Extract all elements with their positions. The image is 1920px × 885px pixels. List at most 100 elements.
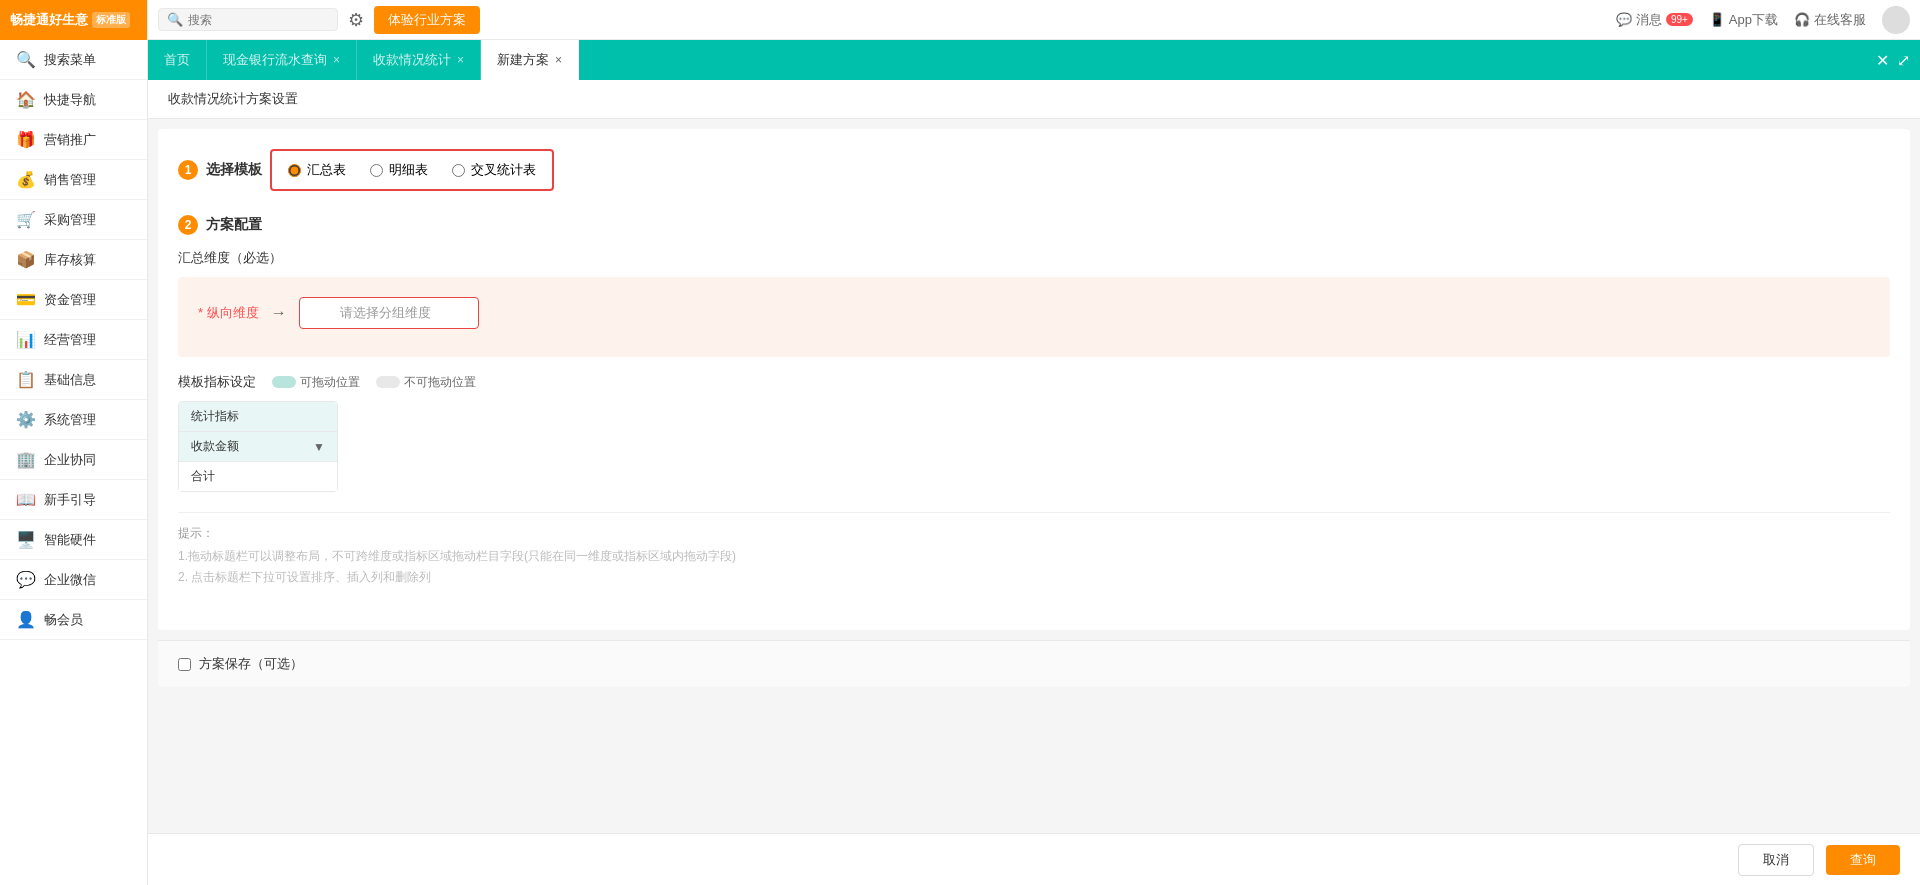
- template-detail[interactable]: 明细表: [370, 161, 428, 179]
- sidebar-item-label: 销售管理: [44, 171, 96, 189]
- step1-badge: 1: [178, 160, 198, 180]
- sidebar-item-smart-hw[interactable]: 🖥️ 智能硬件: [0, 520, 147, 560]
- tab-home[interactable]: 首页: [148, 40, 207, 80]
- sidebar-logo: 畅捷通好生意 标准版: [0, 0, 147, 40]
- user-icon: 👤: [16, 610, 36, 629]
- query-button[interactable]: 查询: [1826, 845, 1900, 875]
- save-section: 方案保存（可选）: [158, 640, 1910, 687]
- step1-header: 1 选择模板 汇总表 明细表 交叉统计表: [178, 149, 1890, 191]
- building-icon: 🏢: [16, 450, 36, 469]
- topbar-search[interactable]: 🔍: [158, 8, 338, 31]
- dimension-selector[interactable]: 请选择分组维度: [299, 297, 479, 329]
- drag-legend-non-draggable: 不可拖动位置: [376, 374, 476, 391]
- tab-new-plan-close[interactable]: ×: [555, 53, 562, 67]
- tab-new-plan-label: 新建方案: [497, 51, 549, 69]
- sidebar-item-sales[interactable]: 💰 销售管理: [0, 160, 147, 200]
- sidebar-item-business[interactable]: 📊 经营管理: [0, 320, 147, 360]
- template-cross[interactable]: 交叉统计表: [452, 161, 536, 179]
- sidebar-item-finance[interactable]: 💳 资金管理: [0, 280, 147, 320]
- sidebar-item-search-menu[interactable]: 🔍 搜索菜单: [0, 40, 147, 80]
- sidebar-item-label: 企业微信: [44, 571, 96, 589]
- tab-collection-stat[interactable]: 收款情况统计 ×: [357, 40, 481, 80]
- sidebar-item-label: 智能硬件: [44, 531, 96, 549]
- support-label: 在线客服: [1814, 11, 1866, 29]
- sidebar-item-basic-info[interactable]: 📋 基础信息: [0, 360, 147, 400]
- tab-bank-flow[interactable]: 现金银行流水查询 ×: [207, 40, 357, 80]
- metrics-table-header: 统计指标: [179, 402, 337, 432]
- cell-dropdown-icon[interactable]: ▼: [313, 440, 325, 454]
- template-options: 汇总表 明细表 交叉统计表: [270, 149, 554, 191]
- sidebar-item-wechat[interactable]: 💬 企业微信: [0, 560, 147, 600]
- sidebar-item-system[interactable]: ⚙️ 系统管理: [0, 400, 147, 440]
- footer-bar: 取消 查询: [148, 833, 1920, 885]
- save-checkbox[interactable]: [178, 658, 191, 671]
- topbar: 🔍 ⚙ 体验行业方案 💬 消息 99+ 📱 App下载 🎧 在线客服: [148, 0, 1920, 40]
- template-detail-label: 明细表: [389, 161, 428, 179]
- template-summary-radio[interactable]: [288, 164, 301, 177]
- version-badge: 标准版: [92, 12, 130, 28]
- user-avatar[interactable]: [1882, 6, 1910, 34]
- sidebar-item-label: 基础信息: [44, 371, 96, 389]
- template-summary-label: 汇总表: [307, 161, 346, 179]
- close-all-icon[interactable]: ✕: [1876, 51, 1889, 70]
- sidebar-item-label: 搜索菜单: [44, 51, 96, 69]
- metrics-cell-collection[interactable]: 收款金额 ▼: [179, 432, 337, 462]
- step2-badge: 2: [178, 215, 198, 235]
- sidebar-item-label: 资金管理: [44, 291, 96, 309]
- sidebar-item-label: 库存核算: [44, 251, 96, 269]
- search-icon: 🔍: [16, 50, 36, 69]
- dimension-area: 纵向维度 → 请选择分组维度: [178, 277, 1890, 357]
- money-icon: 💰: [16, 170, 36, 189]
- sidebar-item-label: 经营管理: [44, 331, 96, 349]
- tab-bank-flow-close[interactable]: ×: [333, 53, 340, 67]
- template-summary[interactable]: 汇总表: [288, 161, 346, 179]
- book-icon: 📖: [16, 490, 36, 509]
- cancel-button[interactable]: 取消: [1738, 844, 1814, 876]
- clipboard-icon: 📋: [16, 370, 36, 389]
- content-area: 收款情况统计方案设置 1 选择模板 汇总表 明细表: [148, 80, 1920, 833]
- home-icon: 🏠: [16, 90, 36, 109]
- tips-item-2: 2. 点击标题栏下拉可设置排序、插入列和删除列: [178, 569, 1890, 586]
- metrics-section: 模板指标设定 可拖动位置 不可拖动位置: [178, 373, 1890, 492]
- download-icon: 📱: [1709, 12, 1725, 27]
- support-icon: 🎧: [1794, 12, 1810, 27]
- metrics-table: 统计指标 收款金额 ▼ 合计: [178, 401, 338, 492]
- topbar-right: 💬 消息 99+ 📱 App下载 🎧 在线客服: [1616, 6, 1910, 34]
- template-cross-label: 交叉统计表: [471, 161, 536, 179]
- tab-collection-stat-label: 收款情况统计: [373, 51, 451, 69]
- page-header: 收款情况统计方案设置: [148, 80, 1920, 119]
- gift-icon: 🎁: [16, 130, 36, 149]
- download-item[interactable]: 📱 App下载: [1709, 11, 1778, 29]
- template-cross-radio[interactable]: [452, 164, 465, 177]
- step2-header: 2 方案配置: [178, 215, 1890, 235]
- vertical-dimension-label: 纵向维度: [198, 304, 259, 322]
- template-detail-radio[interactable]: [370, 164, 383, 177]
- sidebar-item-label: 快捷导航: [44, 91, 96, 109]
- tab-collection-stat-close[interactable]: ×: [457, 53, 464, 67]
- expand-icon[interactable]: ⤢: [1897, 51, 1910, 70]
- tab-new-plan[interactable]: 新建方案 ×: [481, 40, 579, 80]
- sidebar-item-label: 企业协同: [44, 451, 96, 469]
- sidebar-item-enterprise[interactable]: 🏢 企业协同: [0, 440, 147, 480]
- sidebar-item-marketing[interactable]: 🎁 营销推广: [0, 120, 147, 160]
- support-item[interactable]: 🎧 在线客服: [1794, 11, 1866, 29]
- sidebar-item-member[interactable]: 👤 畅会员: [0, 600, 147, 640]
- step1-title: 选择模板: [206, 161, 262, 179]
- industry-btn[interactable]: 体验行业方案: [374, 6, 480, 34]
- tab-bank-flow-label: 现金银行流水查询: [223, 51, 327, 69]
- sidebar-item-purchase[interactable]: 🛒 采购管理: [0, 200, 147, 240]
- sidebar-item-inventory[interactable]: 📦 库存核算: [0, 240, 147, 280]
- draggable-indicator: [272, 376, 296, 388]
- box-icon: 📦: [16, 250, 36, 269]
- metrics-header: 模板指标设定 可拖动位置 不可拖动位置: [178, 373, 1890, 391]
- gear-settings-icon[interactable]: ⚙: [348, 9, 364, 31]
- tips-section: 提示： 1.拖动标题栏可以调整布局，不可跨维度或指标区域拖动栏目字段(只能在同一…: [178, 512, 1890, 586]
- search-input[interactable]: [188, 13, 308, 27]
- chart-icon: 📊: [16, 330, 36, 349]
- summary-dimension-title: 汇总维度（必选）: [178, 249, 1890, 267]
- sidebar-item-quick-nav[interactable]: 🏠 快捷导航: [0, 80, 147, 120]
- config-section: 汇总维度（必选） 纵向维度 → 请选择分组维度 模板指标设定: [178, 249, 1890, 492]
- tips-item-1: 1.拖动标题栏可以调整布局，不可跨维度或指标区域拖动栏目字段(只能在同一维度或指…: [178, 548, 1890, 565]
- message-item[interactable]: 💬 消息 99+: [1616, 11, 1693, 29]
- sidebar-item-guide[interactable]: 📖 新手引导: [0, 480, 147, 520]
